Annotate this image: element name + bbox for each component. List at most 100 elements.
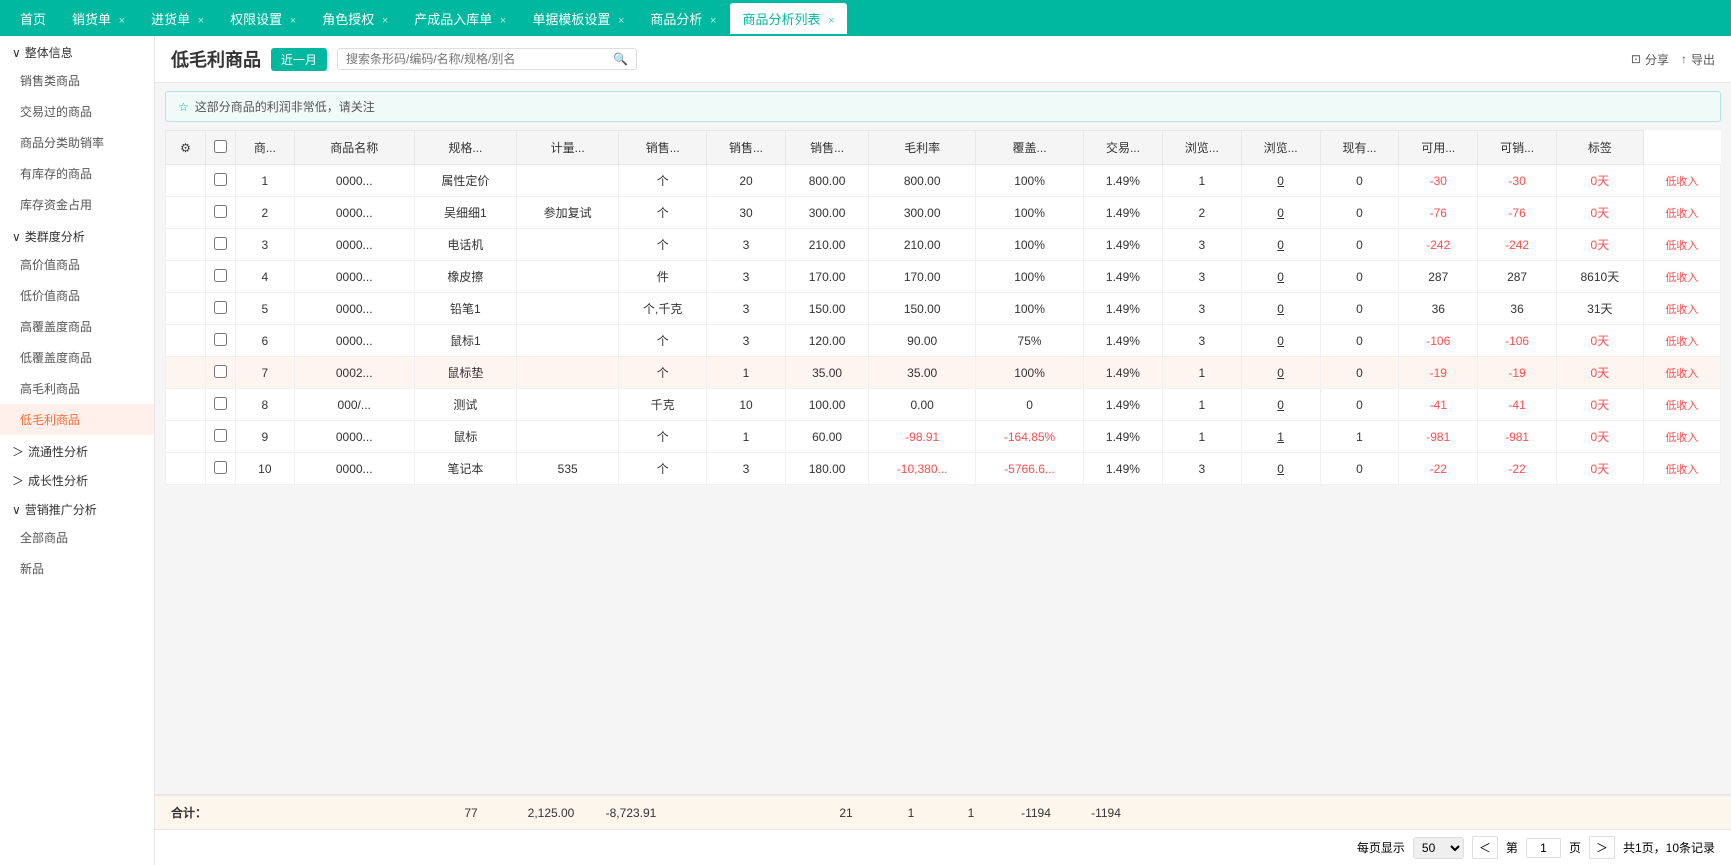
sidebar-group-overall[interactable]: ∨ 整体信息 bbox=[0, 36, 154, 65]
row-checkbox[interactable] bbox=[214, 429, 227, 442]
cell-name: 鼠标1 bbox=[414, 325, 516, 357]
nav-purchase-close[interactable]: × bbox=[198, 15, 204, 27]
cell-spec bbox=[517, 261, 619, 293]
cell-coverage: 1.49% bbox=[1084, 293, 1163, 325]
next-page-button[interactable]: ＞ bbox=[1589, 836, 1615, 859]
search-icon[interactable]: 🔍 bbox=[613, 52, 628, 66]
cell-available: -242 bbox=[1478, 229, 1557, 261]
cell-check[interactable] bbox=[206, 389, 236, 421]
cell-no: 7 bbox=[236, 357, 295, 389]
cell-check[interactable] bbox=[206, 325, 236, 357]
cell-browse1[interactable]: 0 bbox=[1241, 325, 1320, 357]
cell-name: 铅笔1 bbox=[414, 293, 516, 325]
table-row: 1 0000... 属性定价 个 20 800.00 800.00 100% 1… bbox=[166, 165, 1721, 197]
cell-check[interactable] bbox=[206, 197, 236, 229]
share-button[interactable]: ⊡ 分享 bbox=[1631, 51, 1669, 68]
nav-sales[interactable]: 销货单 × bbox=[60, 3, 137, 34]
cell-browse1[interactable]: 0 bbox=[1241, 261, 1320, 293]
row-checkbox[interactable] bbox=[214, 269, 227, 282]
sidebar-item-high-margin[interactable]: 高毛利商品 bbox=[0, 373, 154, 404]
nav-roles-close[interactable]: × bbox=[382, 15, 388, 27]
cell-browse2: 0 bbox=[1320, 293, 1399, 325]
cell-saleable: 0天 bbox=[1557, 325, 1644, 357]
nav-analysis-close[interactable]: × bbox=[710, 15, 716, 27]
cell-current-stock: -981 bbox=[1399, 421, 1478, 453]
cell-check[interactable] bbox=[206, 421, 236, 453]
per-page-select[interactable]: 50 100 200 bbox=[1413, 837, 1464, 859]
select-all-checkbox[interactable] bbox=[214, 140, 227, 153]
cell-check[interactable] bbox=[206, 293, 236, 325]
row-checkbox[interactable] bbox=[214, 237, 227, 250]
cell-browse2: 0 bbox=[1320, 453, 1399, 485]
sidebar-group-cluster[interactable]: ∨ 类群度分析 bbox=[0, 220, 154, 249]
search-input[interactable] bbox=[346, 52, 613, 66]
nav-roles[interactable]: 角色授权 × bbox=[310, 3, 400, 34]
cell-browse1[interactable]: 1 bbox=[1241, 421, 1320, 453]
sidebar-item-low-coverage[interactable]: 低覆盖度商品 bbox=[0, 342, 154, 373]
sidebar-item-low-margin[interactable]: 低毛利商品 bbox=[0, 404, 154, 435]
col-header-check[interactable] bbox=[206, 131, 236, 165]
cell-sales-amount: 35.00 bbox=[869, 357, 976, 389]
cell-browse1[interactable]: 0 bbox=[1241, 165, 1320, 197]
sidebar-item-new-goods[interactable]: 新品 bbox=[0, 553, 154, 584]
sidebar-item-all-goods[interactable]: 全部商品 bbox=[0, 522, 154, 553]
sidebar-item-traded-goods[interactable]: 交易过的商品 bbox=[0, 96, 154, 127]
prev-page-button[interactable]: ＜ bbox=[1472, 836, 1498, 859]
cell-check[interactable] bbox=[206, 453, 236, 485]
sidebar-group-growth[interactable]: ＞ 成长性分析 bbox=[0, 464, 154, 493]
cell-browse1[interactable]: 0 bbox=[1241, 197, 1320, 229]
sidebar-item-low-value[interactable]: 低价值商品 bbox=[0, 280, 154, 311]
cell-browse1[interactable]: 0 bbox=[1241, 357, 1320, 389]
export-button[interactable]: ↑ 导出 bbox=[1681, 51, 1715, 68]
row-checkbox[interactable] bbox=[214, 365, 227, 378]
nav-analysis-list-close[interactable]: × bbox=[828, 15, 834, 27]
row-checkbox[interactable] bbox=[214, 397, 227, 410]
nav-sales-close[interactable]: × bbox=[119, 15, 125, 27]
sidebar-item-sales-goods[interactable]: 销售类商品 bbox=[0, 65, 154, 96]
row-checkbox[interactable] bbox=[214, 333, 227, 346]
cell-browse1[interactable]: 0 bbox=[1241, 229, 1320, 261]
cell-check[interactable] bbox=[206, 261, 236, 293]
row-checkbox[interactable] bbox=[214, 461, 227, 474]
cell-browse1[interactable]: 0 bbox=[1241, 389, 1320, 421]
cell-available: 287 bbox=[1478, 261, 1557, 293]
nav-product-entry[interactable]: 产成品入库单 × bbox=[402, 3, 518, 34]
cell-check[interactable] bbox=[206, 357, 236, 389]
row-checkbox[interactable] bbox=[214, 205, 227, 218]
sidebar-group-marketing[interactable]: ∨ 营销推广分析 bbox=[0, 493, 154, 522]
chevron-right-icon-2: ＞ bbox=[12, 472, 24, 489]
cell-sales-qty: 3 bbox=[707, 261, 786, 293]
sidebar-item-high-value[interactable]: 高价值商品 bbox=[0, 249, 154, 280]
nav-home[interactable]: 首页 bbox=[8, 3, 58, 34]
nav-product-entry-close[interactable]: × bbox=[500, 15, 506, 27]
notice-text: 这部分商品的利润非常低，请关注 bbox=[195, 98, 375, 115]
nav-analysis[interactable]: 商品分析 × bbox=[638, 3, 728, 34]
sidebar-item-stocked[interactable]: 有库存的商品 bbox=[0, 158, 154, 189]
sidebar-item-high-coverage[interactable]: 高覆盖度商品 bbox=[0, 311, 154, 342]
cell-coverage: 1.49% bbox=[1084, 357, 1163, 389]
cell-saleable: 8610天 bbox=[1557, 261, 1644, 293]
cell-browse1[interactable]: 0 bbox=[1241, 453, 1320, 485]
sidebar-group-flow[interactable]: ＞ 流通性分析 bbox=[0, 435, 154, 464]
page-number-input[interactable] bbox=[1526, 838, 1561, 858]
table-container[interactable]: ⚙ 商... 商品名称 规格... 计量... 销售... 销售... 销售..… bbox=[155, 130, 1731, 794]
col-header-icon[interactable]: ⚙ bbox=[166, 131, 206, 165]
date-filter-button[interactable]: 近一月 bbox=[271, 48, 327, 71]
cell-coverage: 1.49% bbox=[1084, 165, 1163, 197]
sidebar-item-capital[interactable]: 库存资金占用 bbox=[0, 189, 154, 220]
cell-check[interactable] bbox=[206, 229, 236, 261]
cell-browse1[interactable]: 0 bbox=[1241, 293, 1320, 325]
nav-template[interactable]: 单据模板设置 × bbox=[520, 3, 636, 34]
nav-permissions[interactable]: 权限设置 × bbox=[218, 3, 308, 34]
sidebar-item-category-rate[interactable]: 商品分类助销率 bbox=[0, 127, 154, 158]
row-checkbox[interactable] bbox=[214, 173, 227, 186]
nav-template-close[interactable]: × bbox=[618, 15, 624, 27]
nav-analysis-list[interactable]: 商品分析列表 × bbox=[730, 3, 846, 34]
row-checkbox[interactable] bbox=[214, 301, 227, 314]
nav-permissions-close[interactable]: × bbox=[290, 15, 296, 27]
cell-check[interactable] bbox=[206, 165, 236, 197]
nav-purchase[interactable]: 进货单 × bbox=[139, 3, 216, 34]
cell-current-stock: -76 bbox=[1399, 197, 1478, 229]
cell-no: 10 bbox=[236, 453, 295, 485]
cell-unit: 个 bbox=[619, 229, 707, 261]
